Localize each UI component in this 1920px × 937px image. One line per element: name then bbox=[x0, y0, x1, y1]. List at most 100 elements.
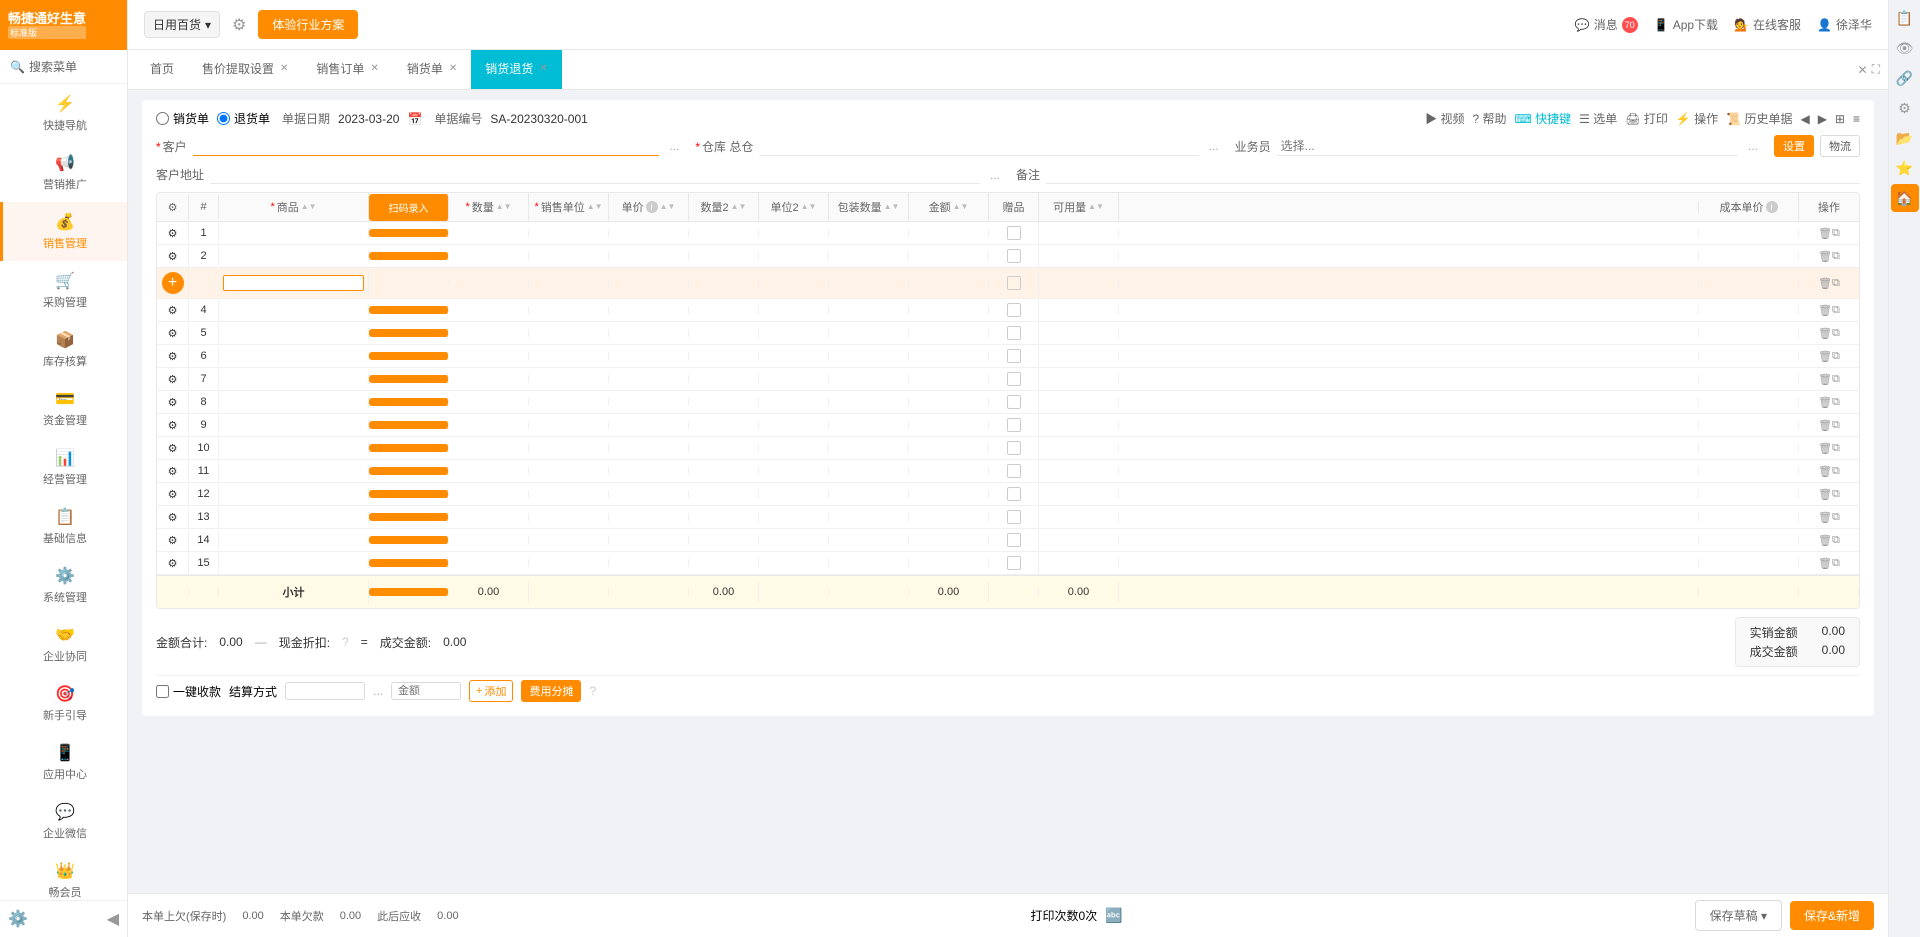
select-btn[interactable]: ☰ 选单 bbox=[1579, 110, 1617, 127]
row-cost[interactable] bbox=[1699, 352, 1799, 360]
doc-type-sales[interactable]: 销货单 bbox=[156, 110, 209, 127]
fee-split-btn[interactable]: 费用分摊 bbox=[521, 680, 581, 702]
row-gear[interactable]: + bbox=[157, 268, 189, 298]
copy-icon[interactable]: ⧉ bbox=[1832, 327, 1840, 340]
row-qty[interactable] bbox=[449, 306, 529, 314]
calendar-icon[interactable]: 📅 bbox=[407, 112, 422, 126]
row-unit2[interactable] bbox=[759, 444, 829, 452]
row-qty2[interactable] bbox=[689, 398, 759, 406]
gift-checkbox[interactable] bbox=[1007, 372, 1021, 386]
row-price[interactable] bbox=[609, 467, 689, 475]
row-qty2[interactable] bbox=[689, 306, 759, 314]
row-product[interactable] bbox=[219, 513, 369, 521]
user-profile-btn[interactable]: 👤 徐泽华 bbox=[1817, 16, 1872, 33]
row-unit2[interactable] bbox=[759, 306, 829, 314]
salesperson-ellipsis[interactable]: ... bbox=[1748, 139, 1758, 153]
copy-icon[interactable]: ⧉ bbox=[1832, 250, 1840, 263]
row-qty2[interactable] bbox=[689, 329, 759, 337]
row-gift[interactable] bbox=[989, 552, 1039, 574]
unit2-sort[interactable]: ▲▼ bbox=[801, 203, 817, 211]
gift-checkbox[interactable] bbox=[1007, 441, 1021, 455]
row-unit2[interactable] bbox=[759, 279, 829, 287]
rp-icon-6[interactable]: ⭐ bbox=[1891, 154, 1919, 182]
row-cost[interactable] bbox=[1699, 229, 1799, 237]
product-input[interactable] bbox=[223, 275, 364, 291]
row-barcode[interactable] bbox=[369, 352, 449, 360]
row-barcode[interactable] bbox=[369, 444, 449, 452]
row-amount[interactable] bbox=[909, 398, 989, 406]
row-unit2[interactable] bbox=[759, 421, 829, 429]
row-unit[interactable] bbox=[529, 229, 609, 237]
copy-icon[interactable]: ⧉ bbox=[1832, 488, 1840, 501]
gift-checkbox[interactable] bbox=[1007, 395, 1021, 409]
row-product[interactable] bbox=[219, 352, 369, 360]
account-ellipsis[interactable]: ... bbox=[373, 684, 383, 698]
amount-sort[interactable]: ▲▼ bbox=[953, 203, 969, 211]
tab-home[interactable]: 首页 bbox=[136, 50, 188, 89]
remark-input[interactable] bbox=[1046, 165, 1860, 184]
row-cost[interactable] bbox=[1699, 490, 1799, 498]
row-cost[interactable] bbox=[1699, 375, 1799, 383]
row-barcode[interactable] bbox=[369, 306, 449, 314]
row-price[interactable] bbox=[609, 329, 689, 337]
row-amount[interactable] bbox=[909, 375, 989, 383]
delete-icon[interactable]: 🗑 bbox=[1818, 534, 1832, 547]
row-price[interactable] bbox=[609, 559, 689, 567]
row-gift[interactable] bbox=[989, 222, 1039, 244]
sidebar-item-member[interactable]: 👑 畅会员 bbox=[0, 851, 127, 900]
sidebar-item-finance[interactable]: 💳 资金管理 bbox=[0, 379, 127, 438]
row-gift[interactable] bbox=[989, 391, 1039, 413]
row-gear[interactable]: ⚙ bbox=[157, 392, 189, 413]
row-gear[interactable]: ⚙ bbox=[157, 507, 189, 528]
row-gear[interactable]: ⚙ bbox=[157, 323, 189, 344]
row-barcode[interactable] bbox=[369, 229, 449, 237]
copy-icon[interactable]: ⧉ bbox=[1832, 227, 1840, 240]
row-unit[interactable] bbox=[529, 467, 609, 475]
row-price[interactable] bbox=[609, 536, 689, 544]
row-avail[interactable] bbox=[1039, 306, 1119, 314]
delete-icon[interactable]: 🗑 bbox=[1818, 511, 1832, 524]
row-gift[interactable] bbox=[989, 437, 1039, 459]
row-unit[interactable] bbox=[529, 352, 609, 360]
sidebar-item-quick-nav[interactable]: ⚡ 快捷导航 bbox=[0, 84, 127, 143]
tab-price-settings[interactable]: 售价提取设置 ✕ bbox=[188, 50, 302, 89]
sidebar-item-basic-info[interactable]: 📋 基础信息 bbox=[0, 497, 127, 556]
row-avail[interactable] bbox=[1039, 513, 1119, 521]
shortcuts-btn[interactable]: ⌨ 快捷键 bbox=[1514, 110, 1571, 127]
row-avail[interactable] bbox=[1039, 536, 1119, 544]
row-amount[interactable] bbox=[909, 513, 989, 521]
copy-icon[interactable]: ⧉ bbox=[1832, 465, 1840, 478]
account-input[interactable] bbox=[285, 682, 365, 700]
prev-record-icon[interactable]: ◀ bbox=[1800, 112, 1809, 126]
sidebar-item-app-center[interactable]: 📱 应用中心 bbox=[0, 733, 127, 792]
customer-ellipsis[interactable]: ... bbox=[669, 139, 679, 153]
row-qty[interactable] bbox=[449, 559, 529, 567]
avail-sort[interactable]: ▲▼ bbox=[1088, 203, 1104, 211]
salesperson-input[interactable] bbox=[1277, 137, 1738, 156]
row-amount[interactable] bbox=[909, 229, 989, 237]
delete-icon[interactable]: 🗑 bbox=[1818, 373, 1832, 386]
row-amount[interactable] bbox=[909, 559, 989, 567]
tab-close-icon[interactable]: ✕ bbox=[449, 63, 457, 74]
trial-btn[interactable]: 体验行业方案 bbox=[258, 10, 358, 39]
row-barcode[interactable] bbox=[369, 421, 449, 429]
row-product[interactable] bbox=[219, 467, 369, 475]
row-unit2[interactable] bbox=[759, 329, 829, 337]
row-avail[interactable] bbox=[1039, 490, 1119, 498]
row-unit2[interactable] bbox=[759, 490, 829, 498]
row-product[interactable] bbox=[219, 252, 369, 260]
row-unit[interactable] bbox=[529, 398, 609, 406]
gift-checkbox[interactable] bbox=[1007, 510, 1021, 524]
row-unit2[interactable] bbox=[759, 559, 829, 567]
row-gift[interactable] bbox=[989, 460, 1039, 482]
row-amount[interactable] bbox=[909, 352, 989, 360]
row-barcode[interactable] bbox=[369, 398, 449, 406]
copy-icon[interactable]: ⧉ bbox=[1832, 511, 1840, 524]
row-price[interactable] bbox=[609, 490, 689, 498]
row-gear[interactable]: ⚙ bbox=[157, 553, 189, 574]
delete-icon[interactable]: 🗑 bbox=[1818, 350, 1832, 363]
tab-close-all-icon[interactable]: ✕ bbox=[1858, 63, 1868, 77]
row-product[interactable] bbox=[219, 490, 369, 498]
rp-icon-4[interactable]: ⚙ bbox=[1891, 94, 1919, 122]
row-gift[interactable] bbox=[989, 506, 1039, 528]
